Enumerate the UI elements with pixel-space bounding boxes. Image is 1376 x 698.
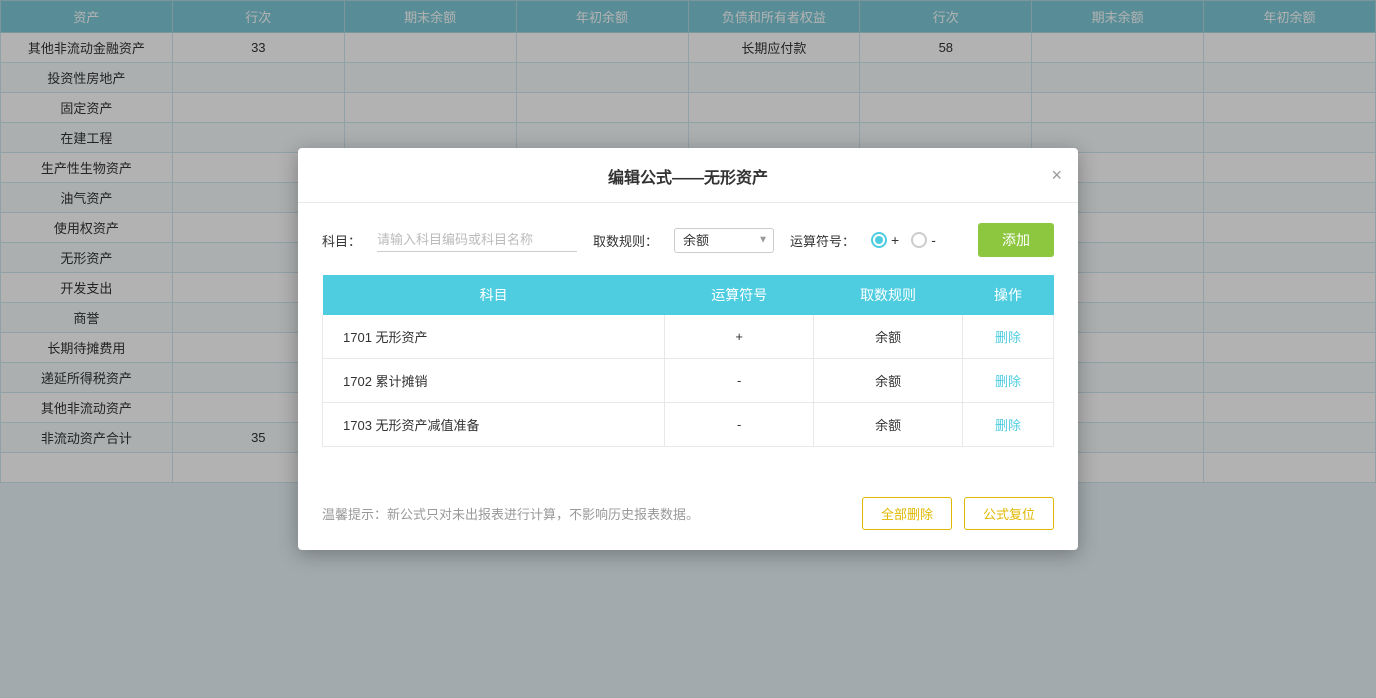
table-header-operator: 运算符号 <box>665 275 814 315</box>
formula-rule-2: 余额 <box>814 403 963 447</box>
table-row: 1702 累计摊销-余额 删除 <box>323 359 1054 403</box>
formula-subject-2: 1703 无形资产减值准备 <box>323 403 665 447</box>
operator-plus-label: + <box>891 232 899 248</box>
delete-all-button[interactable]: 全部删除 <box>862 497 952 530</box>
table-row: 1703 无形资产减值准备-余额 删除 <box>323 403 1054 447</box>
formula-subject-0: 1701 无形资产 <box>323 315 665 359</box>
formula-operator-2: - <box>665 403 814 447</box>
rule-select-wrap: 余额 借方 贷方 借方发生额 贷方发生额 ▼ <box>674 228 774 253</box>
operator-minus-label: - <box>931 232 936 248</box>
modal-dialog: 编辑公式——无形资产 × 科目： 取数规则： 余额 借方 贷方 借方发生额 贷方… <box>298 148 1078 550</box>
table-header-action: 操作 <box>963 275 1054 315</box>
formula-rule-0: 余额 <box>814 315 963 359</box>
operator-minus-radio[interactable]: - <box>911 232 936 248</box>
operator-plus-radio[interactable]: + <box>871 232 899 248</box>
formula-operator-1: - <box>665 359 814 403</box>
operator-radio-group: + - <box>871 232 936 248</box>
delete-link-1[interactable]: 删除 <box>995 374 1021 389</box>
footer-buttons: 全部删除 公式复位 <box>862 497 1054 530</box>
formula-subject-1: 1702 累计摊销 <box>323 359 665 403</box>
rule-select[interactable]: 余额 借方 贷方 借方发生额 贷方发生额 <box>674 228 774 253</box>
modal-close-button[interactable]: × <box>1051 166 1062 184</box>
table-header-subject: 科目 <box>323 275 665 315</box>
modal-header: 编辑公式——无形资产 × <box>298 148 1078 203</box>
radio-plus-circle <box>871 232 887 248</box>
table-row: 1701 无形资产+余额 删除 <box>323 315 1054 359</box>
modal-title: 编辑公式——无形资产 <box>608 170 768 187</box>
modal-footer: 温馨提示：新公式只对未出报表进行计算，不影响历史报表数据。 全部删除 公式复位 <box>298 487 1078 550</box>
form-row: 科目： 取数规则： 余额 借方 贷方 借方发生额 贷方发生额 ▼ 运算符号： <box>322 223 1054 257</box>
modal-body: 科目： 取数规则： 余额 借方 贷方 借方发生额 贷方发生额 ▼ 运算符号： <box>298 203 1078 487</box>
formula-action-0: 删除 <box>963 315 1054 359</box>
reset-formula-button[interactable]: 公式复位 <box>964 497 1054 530</box>
formula-action-2: 删除 <box>963 403 1054 447</box>
subject-input[interactable] <box>377 228 577 252</box>
table-header-rule: 取数规则 <box>814 275 963 315</box>
subject-label: 科目： <box>322 231 361 250</box>
delete-link-2[interactable]: 删除 <box>995 418 1021 433</box>
formula-rule-1: 余额 <box>814 359 963 403</box>
rule-label: 取数规则： <box>593 231 658 250</box>
formula-operator-0: + <box>665 315 814 359</box>
formula-table: 科目 运算符号 取数规则 操作 1701 无形资产+余额删除1702 累计摊销-… <box>322 275 1054 447</box>
formula-action-1: 删除 <box>963 359 1054 403</box>
footer-tip: 温馨提示：新公式只对未出报表进行计算，不影响历史报表数据。 <box>322 504 699 523</box>
delete-link-0[interactable]: 删除 <box>995 330 1021 345</box>
radio-minus-circle <box>911 232 927 248</box>
add-button[interactable]: 添加 <box>978 223 1054 257</box>
operator-label: 运算符号： <box>790 231 855 250</box>
modal-overlay: 编辑公式——无形资产 × 科目： 取数规则： 余额 借方 贷方 借方发生额 贷方… <box>0 0 1376 698</box>
